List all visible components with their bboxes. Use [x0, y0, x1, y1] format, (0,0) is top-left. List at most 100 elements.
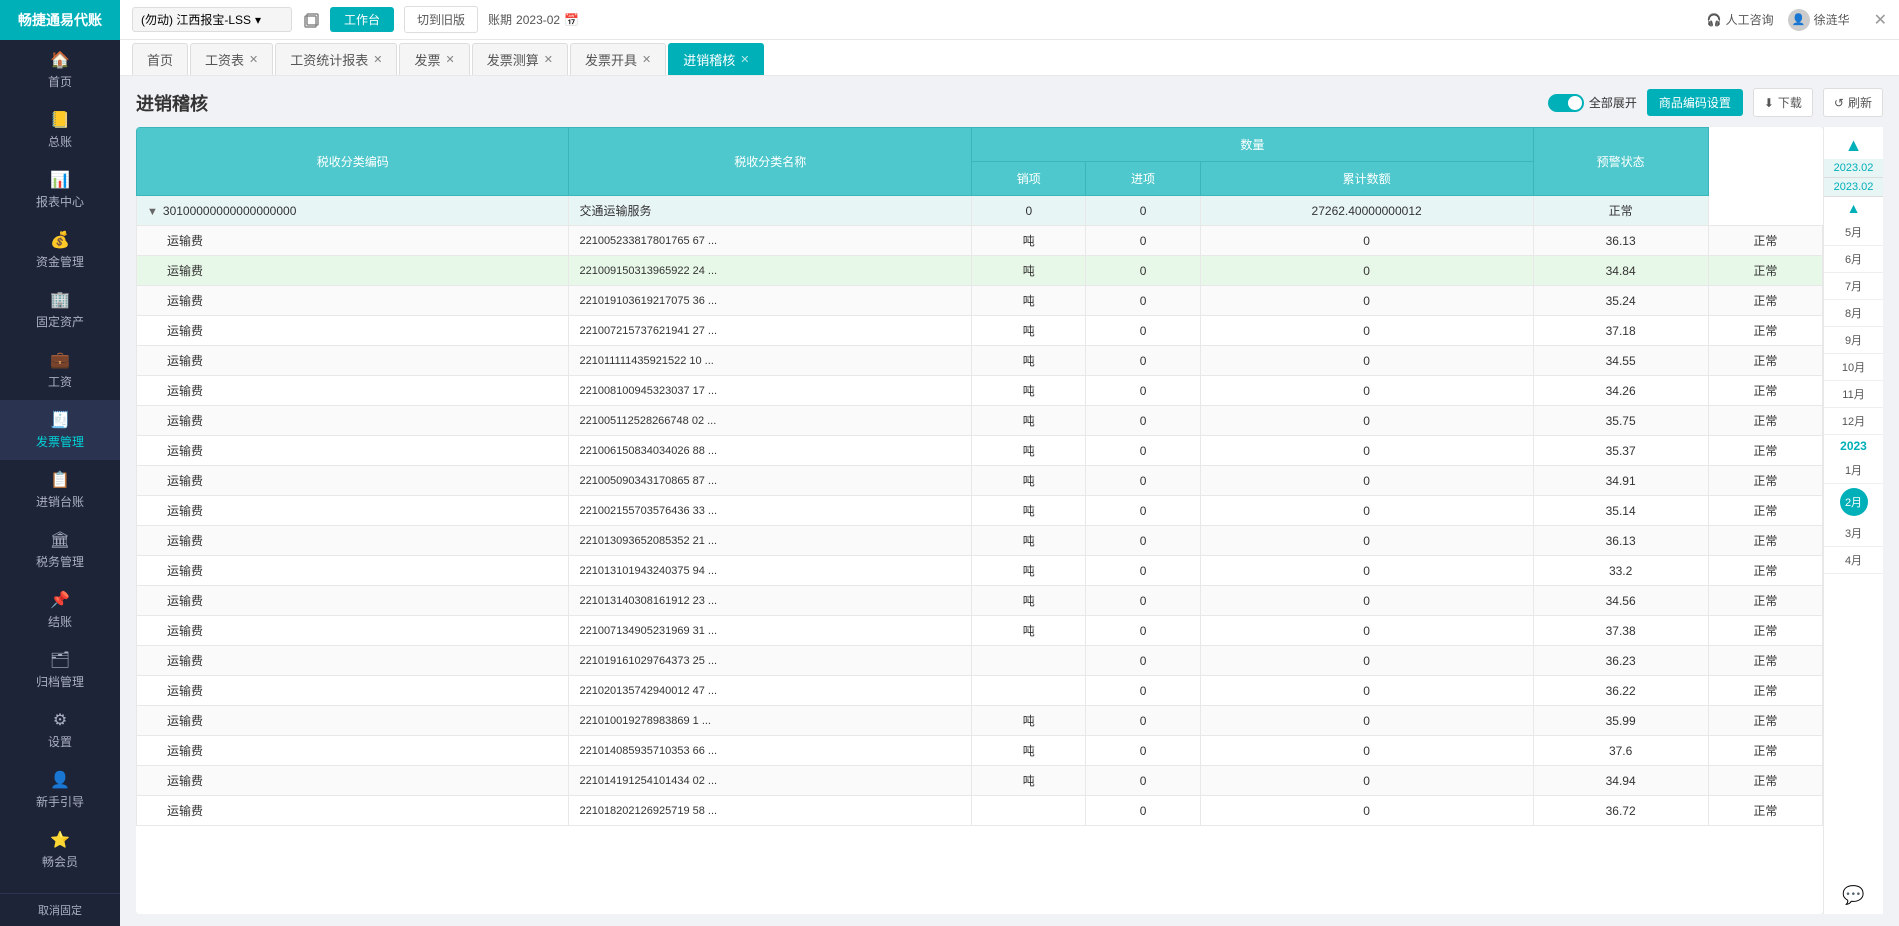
table-row[interactable]: 运输费 221009150313965922 24 ... 吨 0 0 34.8…	[137, 256, 1823, 286]
sidebar-item-assets[interactable]: 🏢 固定资产	[0, 280, 120, 340]
ledger-icon: 📒	[50, 110, 70, 130]
panel-bottom-icon: 💬	[1842, 885, 1864, 906]
sidebar-item-label: 进销台账	[36, 493, 84, 510]
company-selector[interactable]: (勿动) 江西报宝-LSS ▾	[132, 7, 292, 32]
row-invoice: 221019161029764373 25 ...	[569, 646, 972, 676]
sidebar-item-funds[interactable]: 💰 资金管理	[0, 220, 120, 280]
table-row[interactable]: 运输费 221008100945323037 17 ... 吨 0 0 34.2…	[137, 376, 1823, 406]
tab-payroll-report-close[interactable]: ✕	[373, 53, 382, 66]
row-invoice: 221002155703576436 33 ...	[569, 496, 972, 526]
row-sales: 0	[1086, 316, 1200, 346]
month-9[interactable]: 9月	[1824, 327, 1883, 354]
company-dropdown-icon: ▾	[255, 13, 261, 27]
table-row[interactable]: 运输费 221013140308161912 23 ... 吨 0 0 34.5…	[137, 586, 1823, 616]
table-row[interactable]: 运输费 221013093652085352 21 ... 吨 0 0 36.1…	[137, 526, 1823, 556]
settings-button[interactable]: 商品编码设置	[1647, 89, 1743, 116]
table-row[interactable]: 运输费 221014191254101434 02 ... 吨 0 0 34.9…	[137, 766, 1823, 796]
col-tax-code: 税收分类编码	[137, 128, 569, 196]
month-3[interactable]: 3月	[1824, 520, 1883, 547]
tab-payroll-report[interactable]: 工资统计报表 ✕	[275, 43, 397, 75]
month-12[interactable]: 12月	[1824, 408, 1883, 435]
sidebar-item-close-accounts[interactable]: 📌 结账	[0, 580, 120, 640]
tab-payroll-close[interactable]: ✕	[249, 53, 258, 66]
month-5[interactable]: 5月	[1824, 219, 1883, 246]
close-window-button[interactable]: ✕	[1874, 10, 1887, 30]
table-row[interactable]: 运输费 221007134905231969 31 ... 吨 0 0 37.3…	[137, 616, 1823, 646]
user-info[interactable]: 👤 徐涟华	[1788, 9, 1850, 31]
table-row[interactable]: ▼30100000000000000000 交通运输服务 0 0 27262.4…	[137, 196, 1823, 226]
tab-reconcile-close[interactable]: ✕	[740, 53, 749, 66]
download-button[interactable]: ⬇ 下载	[1753, 88, 1813, 117]
row-sales: 0	[1086, 376, 1200, 406]
sidebar-item-tax[interactable]: 🏛 税务管理	[0, 520, 120, 580]
table-row[interactable]: 运输费 221005233817801765 67 ... 吨 0 0 36.1…	[137, 226, 1823, 256]
row-sales: 0	[1086, 256, 1200, 286]
row-purchase: 0	[1200, 256, 1533, 286]
scroll-up-button[interactable]: ▲	[1842, 132, 1866, 159]
month-11[interactable]: 11月	[1824, 381, 1883, 408]
month-1[interactable]: 1月	[1824, 457, 1883, 484]
sidebar-item-purchase-ledger[interactable]: 📋 进销台账	[0, 460, 120, 520]
table-row[interactable]: 运输费 221019161029764373 25 ... 0 0 36.23 …	[137, 646, 1823, 676]
month-2-current[interactable]: 2月	[1840, 488, 1868, 516]
tab-invoice-issue[interactable]: 发票开具 ✕	[570, 43, 666, 75]
tab-invoice-calc-close[interactable]: ✕	[544, 53, 553, 66]
refresh-button[interactable]: ↺ 刷新	[1823, 88, 1883, 117]
sidebar-item-invoice[interactable]: 🧾 发票管理	[0, 400, 120, 460]
table-row[interactable]: 运输费 221005090343170865 87 ... 吨 0 0 34.9…	[137, 466, 1823, 496]
collapse-icon[interactable]: ▼	[147, 206, 158, 218]
expand-toggle[interactable]	[1548, 94, 1584, 112]
scroll-up-2[interactable]: ▲	[1844, 197, 1864, 219]
table-row[interactable]: 运输费 221020135742940012 47 ... 0 0 36.22 …	[137, 676, 1823, 706]
row-cumulative: 37.18	[1533, 316, 1708, 346]
month-10[interactable]: 10月	[1824, 354, 1883, 381]
sidebar-item-payroll[interactable]: 💼 工资	[0, 340, 120, 400]
table-row[interactable]: 运输费 221019103619217075 36 ... 吨 0 0 35.2…	[137, 286, 1823, 316]
month-7[interactable]: 7月	[1824, 273, 1883, 300]
table-row[interactable]: 运输费 221002155703576436 33 ... 吨 0 0 35.1…	[137, 496, 1823, 526]
period-selector[interactable]: 账期 2023-02 📅	[488, 11, 579, 28]
row-invoice: 221014085935710353 66 ...	[569, 736, 972, 766]
tab-invoice[interactable]: 发票 ✕	[399, 43, 469, 75]
table-row[interactable]: 运输费 221013101943240375 94 ... 吨 0 0 33.2…	[137, 556, 1823, 586]
support-link[interactable]: 🎧 人工咨询	[1707, 11, 1774, 28]
tab-invoice-issue-close[interactable]: ✕	[642, 53, 651, 66]
sidebar-item-archive[interactable]: 🗂 归档管理	[0, 640, 120, 700]
sidebar-item-guide[interactable]: 👤 新手引导	[0, 760, 120, 820]
tab-reconcile[interactable]: 进销稽核 ✕	[668, 43, 764, 75]
row-cumulative: 36.23	[1533, 646, 1708, 676]
unpin-button[interactable]: 取消固定	[0, 893, 120, 926]
tab-home[interactable]: 首页	[132, 43, 188, 75]
table-row[interactable]: 运输费 221011111435921522 10 ... 吨 0 0 34.5…	[137, 346, 1823, 376]
tab-invoice-calc[interactable]: 发票测算 ✕	[472, 43, 568, 75]
row-purchase: 0	[1200, 646, 1533, 676]
main-area: (勿动) 江西报宝-LSS ▾ 工作台 切到旧版 账期 2023-02 📅 🎧 …	[120, 0, 1899, 926]
row-name: 运输费	[137, 556, 569, 586]
row-cumulative: 35.99	[1533, 706, 1708, 736]
sidebar-item-member[interactable]: ⭐ 畅会员	[0, 820, 120, 880]
group-sales: 0	[972, 196, 1086, 226]
sidebar-item-settings[interactable]: ⚙ 设置	[0, 700, 120, 760]
table-row[interactable]: 运输费 221010019278983869 1 ... 吨 0 0 35.99…	[137, 706, 1823, 736]
month-4[interactable]: 4月	[1824, 547, 1883, 574]
table-row[interactable]: 运输费 221018202126925719 58 ... 0 0 36.72 …	[137, 796, 1823, 826]
current-month-wrap: 2月	[1824, 484, 1883, 520]
row-purchase: 0	[1200, 676, 1533, 706]
month-6[interactable]: 6月	[1824, 246, 1883, 273]
row-flag: 吨	[972, 466, 1086, 496]
row-purchase: 0	[1200, 586, 1533, 616]
sidebar-item-reports[interactable]: 📊 报表中心	[0, 160, 120, 220]
row-invoice: 221013101943240375 94 ...	[569, 556, 972, 586]
sidebar-item-home[interactable]: 🏠 首页	[0, 40, 120, 100]
switch-old-button[interactable]: 切到旧版	[404, 6, 478, 33]
table-row[interactable]: 运输费 221014085935710353 66 ... 吨 0 0 37.6…	[137, 736, 1823, 766]
tab-payroll[interactable]: 工资表 ✕	[190, 43, 273, 75]
sidebar-item-ledger[interactable]: 📒 总账	[0, 100, 120, 160]
table-row[interactable]: 运输费 221006150834034026 88 ... 吨 0 0 35.3…	[137, 436, 1823, 466]
table-row[interactable]: 运输费 221005112528266748 02 ... 吨 0 0 35.7…	[137, 406, 1823, 436]
month-8[interactable]: 8月	[1824, 300, 1883, 327]
workbench-button[interactable]: 工作台	[330, 7, 394, 32]
tab-invoice-close[interactable]: ✕	[446, 53, 455, 66]
row-invoice: 221014191254101434 02 ...	[569, 766, 972, 796]
table-row[interactable]: 运输费 221007215737621941 27 ... 吨 0 0 37.1…	[137, 316, 1823, 346]
